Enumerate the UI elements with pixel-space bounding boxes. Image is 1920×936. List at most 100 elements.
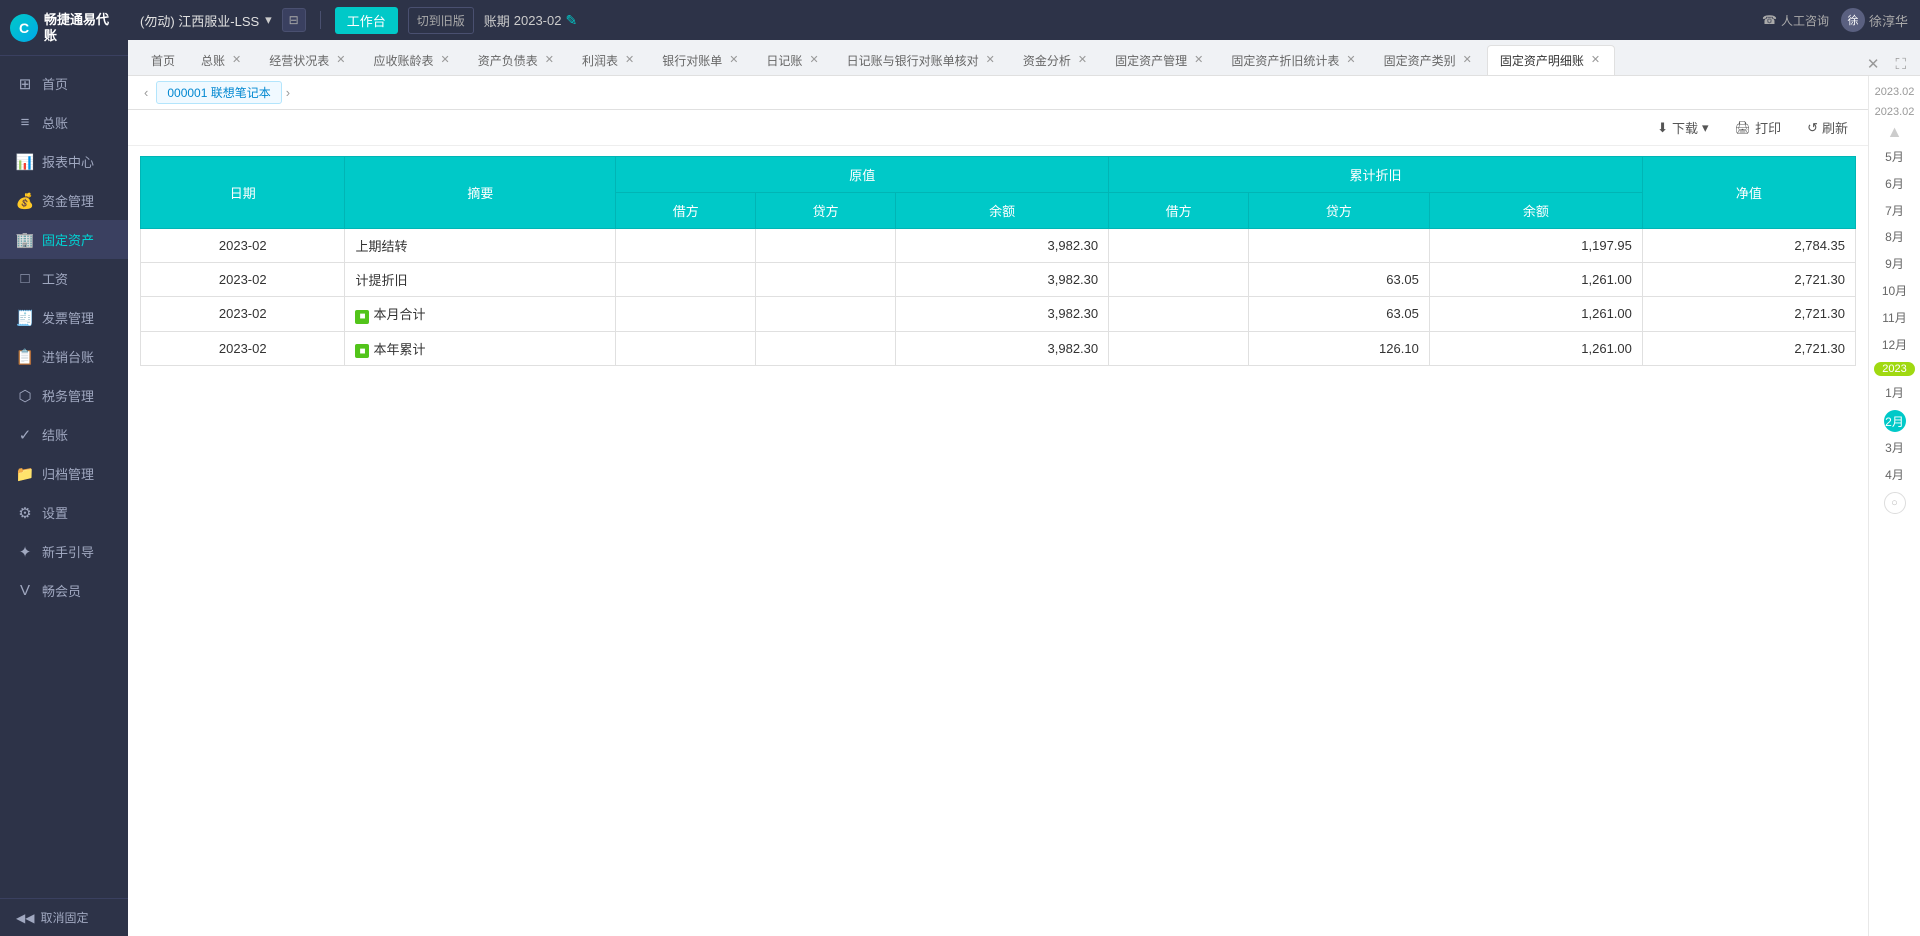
- tab-profit[interactable]: 利润表 ✕: [569, 45, 649, 75]
- switch-version-button[interactable]: 切到旧版: [408, 7, 474, 34]
- fixed-assets-icon: 🏢: [16, 231, 34, 249]
- breadcrumb[interactable]: 000001 联想笔记本: [156, 81, 281, 104]
- subnav-back-arrow[interactable]: ‹: [140, 83, 152, 102]
- timeline-month-4[interactable]: 4月: [1869, 462, 1920, 489]
- cell-orig-balance-1: 3,982.30: [896, 263, 1109, 297]
- tab-fixed-cat-close[interactable]: ✕: [1461, 54, 1474, 67]
- col-orig-credit: 贷方: [756, 193, 896, 229]
- subnav-forward-arrow[interactable]: ›: [286, 85, 290, 100]
- tab-balance[interactable]: 资产负债表 ✕: [465, 45, 569, 75]
- timeline-settings-icon[interactable]: ○: [1884, 492, 1906, 514]
- tab-ledger[interactable]: 总账 ✕: [188, 45, 256, 75]
- tab-receivable-close[interactable]: ✕: [439, 54, 452, 67]
- reports-icon: 📊: [16, 153, 34, 171]
- tab-fixed-category[interactable]: 固定资产类别 ✕: [1371, 45, 1487, 75]
- content-area: ‹ 000001 联想笔记本 › ⬇ 下载 ▾ 🖨 打印 ↺: [128, 76, 1920, 936]
- tab-journal[interactable]: 日记账 ✕: [753, 45, 833, 75]
- sidebar-label-sales: 进销台账: [42, 347, 94, 366]
- tab-bank-journal-label: 日记账与银行对账单核对: [847, 52, 979, 69]
- period-edit-icon[interactable]: ✎: [565, 12, 577, 29]
- tab-fixed-mgmt-close[interactable]: ✕: [1192, 54, 1205, 67]
- download-button[interactable]: ⬇ 下载 ▾: [1649, 114, 1716, 141]
- tab-operating[interactable]: 经营状况表 ✕: [256, 45, 360, 75]
- guide-icon: ✦: [16, 543, 34, 561]
- tab-fixed-detail-close[interactable]: ✕: [1589, 54, 1602, 67]
- print-button[interactable]: 🖨 打印: [1727, 114, 1790, 141]
- timeline-month-3[interactable]: 3月: [1869, 435, 1920, 462]
- sidebar-item-archive[interactable]: 📁 归档管理: [0, 454, 128, 493]
- maximize-icon[interactable]: ⛶: [1891, 54, 1910, 75]
- sidebar-item-salary[interactable]: □ 工资: [0, 259, 128, 298]
- tab-fixed-dep-close[interactable]: ✕: [1344, 54, 1357, 67]
- timeline-month-6[interactable]: 6月: [1869, 171, 1920, 198]
- sidebar-label-guide: 新手引导: [42, 542, 94, 561]
- user-menu[interactable]: 徐 徐淳华: [1841, 8, 1908, 32]
- tab-capital-label: 资金分析: [1023, 52, 1071, 69]
- col-date: 日期: [141, 157, 345, 229]
- tab-profit-close[interactable]: ✕: [623, 54, 636, 67]
- sidebar-item-reports[interactable]: 📊 报表中心: [0, 142, 128, 181]
- tab-capital[interactable]: 资金分析 ✕: [1010, 45, 1102, 75]
- sidebar-item-closing[interactable]: ✓ 结账: [0, 415, 128, 454]
- cell-accum-balance-1: 1,261.00: [1429, 263, 1642, 297]
- logo-text: 畅捷通易代账: [44, 12, 118, 43]
- tab-bank-close[interactable]: ✕: [727, 54, 740, 67]
- sidebar-item-home[interactable]: ⊞ 首页: [0, 64, 128, 103]
- tab-ledger-close[interactable]: ✕: [230, 54, 243, 67]
- tab-fixed-depreciation[interactable]: 固定资产折旧统计表 ✕: [1218, 45, 1370, 75]
- timeline-month-10[interactable]: 10月: [1869, 278, 1920, 305]
- workbench-button[interactable]: 工作台: [335, 7, 398, 34]
- timeline-month-2-current[interactable]: 2月: [1884, 410, 1906, 432]
- cell-accum-balance-2: 1,261.00: [1429, 297, 1642, 332]
- col-accumulated-depreciation: 累计折旧: [1109, 157, 1643, 193]
- sidebar-item-tax[interactable]: ⬡ 税务管理: [0, 376, 128, 415]
- tab-fixed-detail[interactable]: 固定资产明细账 ✕: [1487, 45, 1615, 75]
- tab-home[interactable]: 首页: [138, 45, 188, 75]
- close-all-tabs-icon[interactable]: ✕: [1863, 53, 1884, 75]
- timeline-month-12[interactable]: 12月: [1869, 332, 1920, 359]
- tab-journal-close[interactable]: ✕: [807, 54, 820, 67]
- unpin-button[interactable]: ◀◀ 取消固定: [0, 898, 128, 936]
- cell-accum-debit-3: [1109, 331, 1249, 366]
- tab-fixed-mgmt[interactable]: 固定资产管理 ✕: [1102, 45, 1218, 75]
- timeline-month-5[interactable]: 5月: [1869, 144, 1920, 171]
- timeline-month-11[interactable]: 11月: [1869, 305, 1920, 332]
- pin-icon: ◀◀: [16, 911, 34, 925]
- period-label: 账期: [484, 11, 510, 30]
- cell-orig-debit-3: [616, 331, 756, 366]
- sidebar-item-fixed-assets[interactable]: 🏢 固定资产: [0, 220, 128, 259]
- tab-receivable[interactable]: 应收账龄表 ✕: [360, 45, 464, 75]
- cell-summary-0: 上期结转: [345, 229, 616, 263]
- unpin-label: 取消固定: [40, 909, 88, 926]
- main-area: (勿动) 江西服业-LSS ▾ ⊟ 工作台 切到旧版 账期 2023-02 ✎ …: [128, 0, 1920, 936]
- sidebar-label-salary: 工资: [42, 269, 68, 288]
- timeline-month-7[interactable]: 7月: [1869, 198, 1920, 225]
- sidebar-item-settings[interactable]: ⚙ 设置: [0, 493, 128, 532]
- closing-icon: ✓: [16, 426, 34, 444]
- timeline-month-1[interactable]: 1月: [1869, 380, 1920, 407]
- tab-balance-close[interactable]: ✕: [543, 54, 556, 67]
- tab-bank-journal-close[interactable]: ✕: [984, 54, 997, 67]
- sidebar-item-vip[interactable]: V 畅会员: [0, 571, 128, 610]
- refresh-button[interactable]: ↺ 刷新: [1799, 114, 1856, 141]
- sidebar-label-fixed-assets: 固定资产: [42, 230, 94, 249]
- tab-operating-close[interactable]: ✕: [334, 54, 347, 67]
- timeline-up-arrow[interactable]: ▲: [1885, 122, 1905, 144]
- tab-bank[interactable]: 银行对账单 ✕: [649, 45, 753, 75]
- company-selector[interactable]: (勿动) 江西服业-LSS ▾: [140, 11, 272, 30]
- refresh-icon: ↺: [1807, 120, 1818, 136]
- sidebar-item-sales[interactable]: 📋 进销台账: [0, 337, 128, 376]
- timeline-month-8[interactable]: 8月: [1869, 224, 1920, 251]
- table-row: 2023-02 ■本年累计 3,982.30 126.10 1,261.00 2…: [141, 331, 1856, 366]
- sidebar-item-invoice[interactable]: 🧾 发票管理: [0, 298, 128, 337]
- help-button[interactable]: ☎ 人工咨询: [1762, 12, 1829, 29]
- timeline-month-9[interactable]: 9月: [1869, 251, 1920, 278]
- user-name: 徐淳华: [1869, 11, 1908, 30]
- tab-bank-journal[interactable]: 日记账与银行对账单核对 ✕: [834, 45, 1010, 75]
- sidebar-item-capital[interactable]: 💰 资金管理: [0, 181, 128, 220]
- copy-button[interactable]: ⊟: [282, 8, 306, 32]
- sidebar-item-guide[interactable]: ✦ 新手引导: [0, 532, 128, 571]
- col-accum-balance: 余额: [1429, 193, 1642, 229]
- sidebar-item-ledger[interactable]: ≡ 总账: [0, 103, 128, 142]
- tab-capital-close[interactable]: ✕: [1076, 54, 1089, 67]
